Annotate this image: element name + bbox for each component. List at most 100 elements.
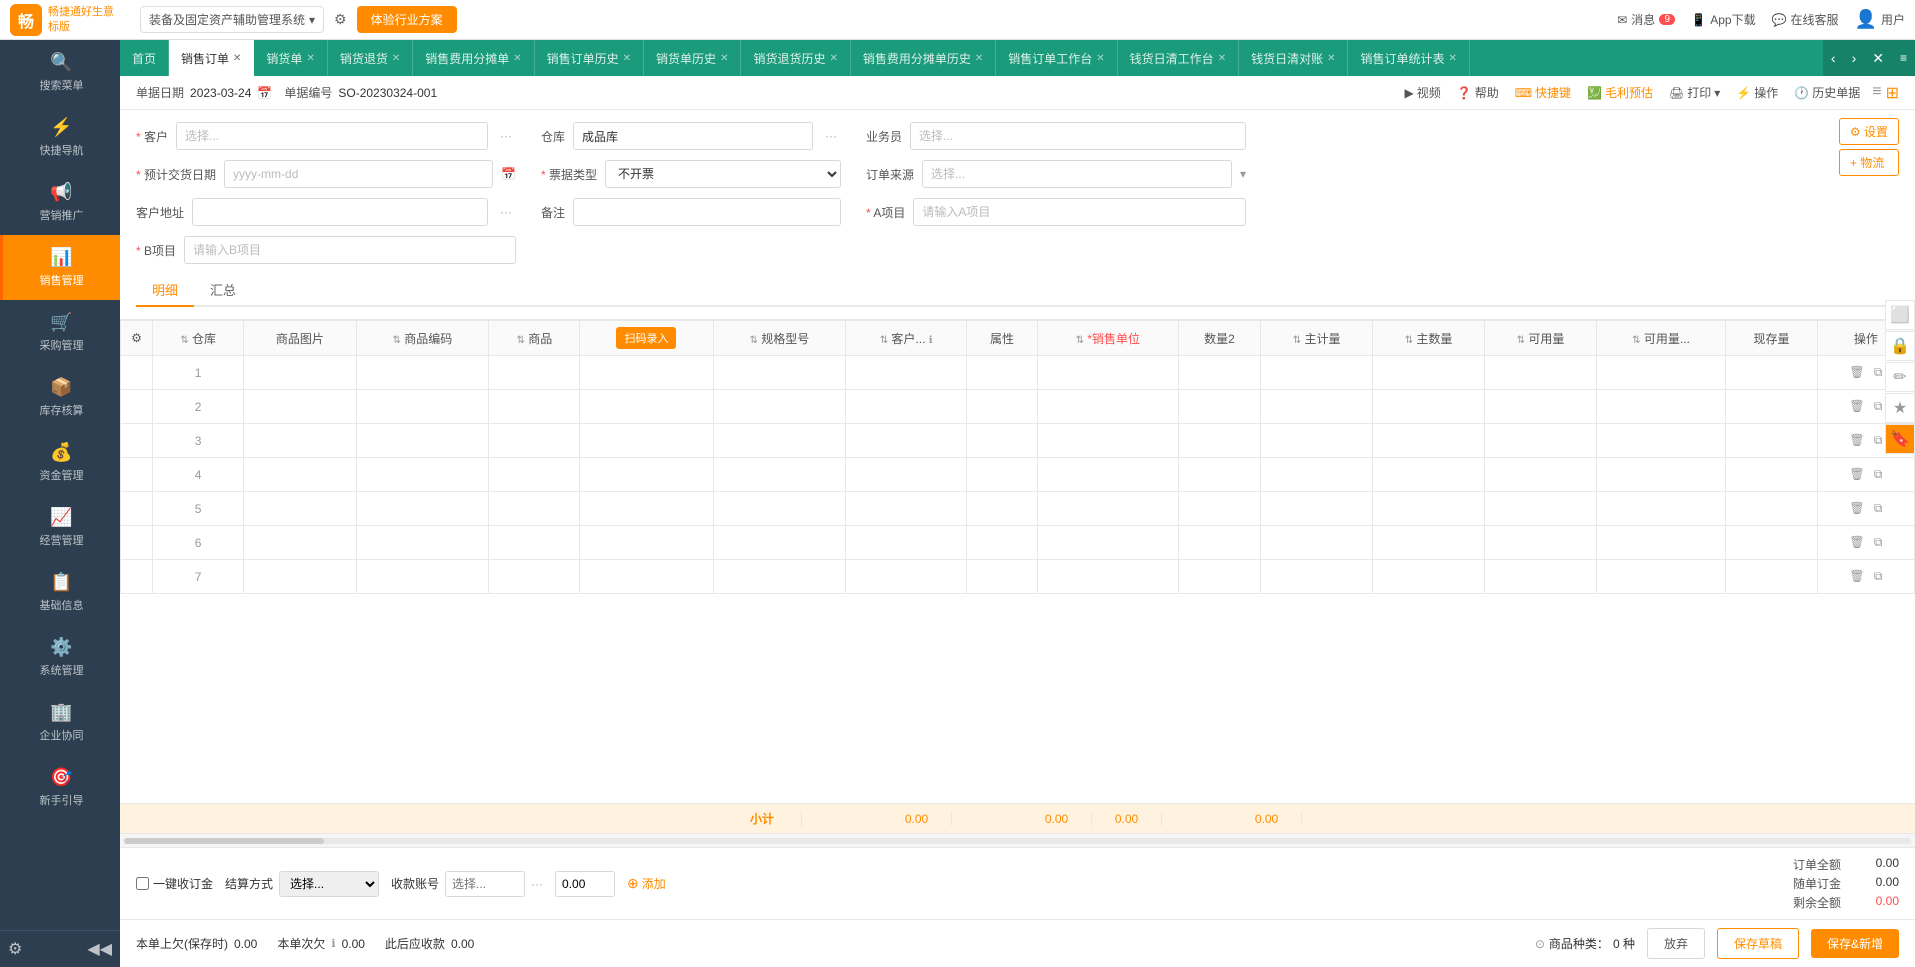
- online-service-btn[interactable]: 💬 在线客服: [1772, 11, 1839, 28]
- sidebar-item-purchase[interactable]: 🛒采购管理: [0, 300, 120, 365]
- print-btn[interactable]: 🖨 打印 ▾: [1665, 82, 1724, 103]
- tab-5[interactable]: 销售订单历史✕: [535, 40, 644, 76]
- tab-8[interactable]: 销售费用分摊单历史✕: [851, 40, 996, 76]
- sidebar-item-finance[interactable]: 💰资金管理: [0, 430, 120, 495]
- date-icon[interactable]: 📅: [501, 167, 516, 181]
- app-download-btn[interactable]: 📱 App下载: [1691, 11, 1755, 28]
- help-btn[interactable]: ❓ 帮助: [1453, 82, 1503, 103]
- save-new-btn[interactable]: 保存&新增: [1811, 929, 1899, 958]
- tab-0[interactable]: 首页: [120, 40, 169, 76]
- tab-menu-btn[interactable]: ≡: [1892, 40, 1915, 76]
- tab-detail[interactable]: 明细: [136, 274, 194, 307]
- current-owe-info-icon[interactable]: ℹ: [331, 937, 335, 950]
- list-view-icon[interactable]: ≡: [1872, 83, 1881, 103]
- sidebar-item-sales[interactable]: 📊销售管理: [0, 235, 120, 300]
- tab-10[interactable]: 钱货日清工作台✕: [1118, 40, 1239, 76]
- tab-close-6[interactable]: ✕: [720, 53, 728, 64]
- sidebar-item-quick-nav[interactable]: ⚡快捷导航: [0, 105, 120, 170]
- invoice-type-select[interactable]: 不开票 增值税专用发票 普通发票: [605, 160, 841, 188]
- tab-close-3[interactable]: ✕: [392, 53, 400, 64]
- row-delete-icon[interactable]: 🗑: [1849, 365, 1864, 379]
- row-delete-icon[interactable]: 🗑: [1849, 569, 1864, 583]
- address-more-icon[interactable]: ···: [496, 205, 516, 219]
- view-btn[interactable]: ▶ 视频: [1401, 82, 1445, 103]
- tab-close-11[interactable]: ✕: [1327, 53, 1335, 64]
- tab-close-8[interactable]: ✕: [975, 53, 983, 64]
- salesperson-input[interactable]: [910, 122, 1246, 150]
- tab-1[interactable]: 销售订单✕: [169, 40, 254, 76]
- tab-close-9[interactable]: ✕: [1096, 53, 1104, 64]
- scroll-indicator[interactable]: [120, 833, 1915, 847]
- row-copy-icon[interactable]: ⧉: [1874, 433, 1883, 447]
- tab-close-12[interactable]: ✕: [1449, 53, 1457, 64]
- row-copy-icon[interactable]: ⧉: [1874, 365, 1883, 379]
- order-source-input[interactable]: [922, 160, 1232, 188]
- remarks-input[interactable]: [573, 198, 841, 226]
- settings-icon[interactable]: ⚙: [334, 11, 347, 28]
- history-btn[interactable]: 🕐 历史单据: [1790, 82, 1864, 103]
- tab-6[interactable]: 销货单历史✕: [644, 40, 741, 76]
- sidebar-item-enterprise[interactable]: 🏢企业协同: [0, 690, 120, 755]
- customer-input[interactable]: [176, 122, 488, 150]
- sidebar-item-operations[interactable]: 📈经营管理: [0, 495, 120, 560]
- profit-btn[interactable]: 💹 毛利预估: [1583, 82, 1657, 103]
- row-delete-icon[interactable]: 🗑: [1849, 433, 1864, 447]
- settings-configure-btn[interactable]: ⚙ 设置: [1839, 118, 1899, 145]
- calendar-icon[interactable]: 📅: [257, 86, 272, 100]
- warehouse-more-icon[interactable]: ···: [821, 129, 841, 143]
- float-edit-btn[interactable]: ✏: [1885, 362, 1915, 392]
- col-settings[interactable]: ⚙: [121, 321, 153, 356]
- operation-btn[interactable]: ⚡ 操作: [1732, 82, 1782, 103]
- scroll-track[interactable]: [124, 838, 1911, 844]
- tab-3[interactable]: 销货退货✕: [328, 40, 413, 76]
- float-star-btn[interactable]: ★: [1885, 393, 1915, 423]
- settings-gear-icon[interactable]: ⚙: [8, 939, 22, 959]
- sidebar-item-marketing[interactable]: 📢营销推广: [0, 170, 120, 235]
- customer-code-info-icon[interactable]: ℹ: [929, 335, 933, 346]
- a-project-input[interactable]: [913, 198, 1246, 226]
- add-logistics-btn[interactable]: + 物流: [1839, 149, 1899, 176]
- tab-2[interactable]: 销货单✕: [254, 40, 327, 76]
- tab-7[interactable]: 销货退货历史✕: [741, 40, 850, 76]
- tab-11[interactable]: 钱货日清对账✕: [1239, 40, 1348, 76]
- tab-close-7[interactable]: ✕: [829, 53, 837, 64]
- shortcut-btn[interactable]: ⌨ 快捷键: [1511, 82, 1575, 103]
- tab-close-all-btn[interactable]: ✕: [1864, 40, 1892, 76]
- b-project-input[interactable]: [184, 236, 516, 264]
- save-draft-btn[interactable]: 保存草稿: [1717, 928, 1799, 959]
- row-delete-icon[interactable]: 🗑: [1849, 535, 1864, 549]
- discard-btn[interactable]: 放弃: [1647, 928, 1705, 959]
- sidebar-item-basic-info[interactable]: 📋基础信息: [0, 560, 120, 625]
- messages-btn[interactable]: ✉ 消息 9: [1617, 11, 1675, 28]
- user-menu[interactable]: 👤 用户: [1855, 9, 1905, 30]
- grid-view-icon[interactable]: ⊞: [1886, 83, 1899, 103]
- float-bookmark-btn[interactable]: 🔖: [1885, 424, 1915, 454]
- row-copy-icon[interactable]: ⧉: [1874, 501, 1883, 515]
- system-selector[interactable]: 装备及固定资产辅助管理系统 ▾: [140, 6, 324, 33]
- row-delete-icon[interactable]: 🗑: [1849, 501, 1864, 515]
- tab-summary[interactable]: 汇总: [194, 274, 252, 307]
- tab-12[interactable]: 销售订单统计表✕: [1348, 40, 1469, 76]
- one-click-collection-checkbox[interactable]: 一键收订金: [136, 875, 213, 892]
- row-delete-icon[interactable]: 🗑: [1849, 467, 1864, 481]
- industry-btn[interactable]: 体验行业方案: [357, 6, 457, 33]
- row-copy-icon[interactable]: ⧉: [1874, 535, 1883, 549]
- sidebar-item-system[interactable]: ⚙️系统管理: [0, 625, 120, 690]
- address-input[interactable]: [192, 198, 488, 226]
- sidebar-item-newbie[interactable]: 🎯新手引导: [0, 755, 120, 820]
- row-delete-icon[interactable]: 🗑: [1849, 399, 1864, 413]
- tab-9[interactable]: 销售订单工作台✕: [996, 40, 1117, 76]
- tab-4[interactable]: 销售费用分摊单✕: [413, 40, 534, 76]
- scroll-thumb[interactable]: [124, 838, 324, 844]
- tab-close-2[interactable]: ✕: [306, 53, 314, 64]
- tab-close-4[interactable]: ✕: [513, 53, 521, 64]
- add-payment-btn[interactable]: ⊕ 添加: [627, 875, 666, 892]
- amount-input[interactable]: [555, 871, 615, 897]
- collapse-icon[interactable]: ◀◀: [87, 939, 112, 959]
- sidebar-item-search-menu[interactable]: 🔍搜索菜单: [0, 40, 120, 105]
- payment-method-select[interactable]: 选择...: [279, 871, 379, 897]
- tab-close-1[interactable]: ✕: [233, 53, 241, 64]
- tab-close-10[interactable]: ✕: [1218, 53, 1226, 64]
- scan-input-btn[interactable]: 扫码录入: [616, 327, 676, 349]
- float-lock-btn[interactable]: 🔒: [1885, 331, 1915, 361]
